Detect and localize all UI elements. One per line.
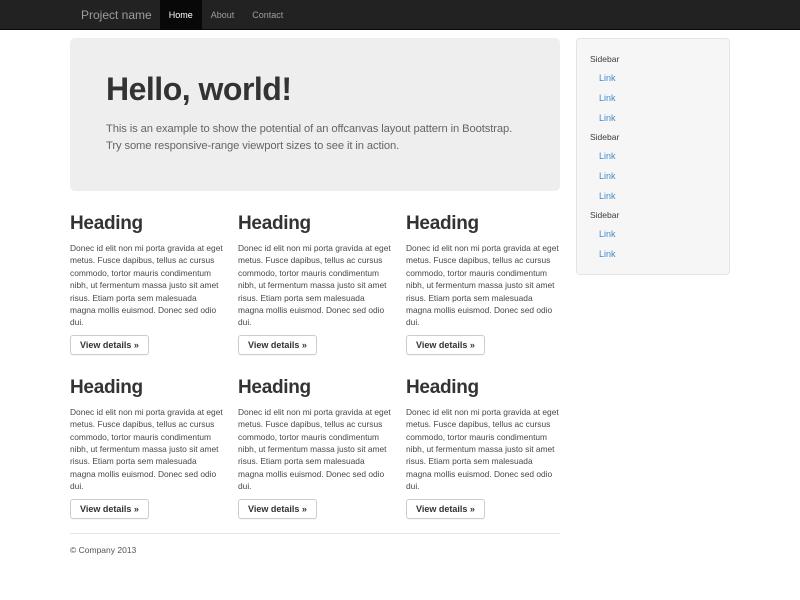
main-column: Hello, world! This is an example to show… xyxy=(70,38,560,575)
sidebar-link[interactable]: Link xyxy=(577,88,729,108)
sidebar-link[interactable]: Link xyxy=(577,166,729,186)
sidebar-group-header: Sidebar xyxy=(577,128,729,146)
card: Heading Donec id elit non mi porta gravi… xyxy=(406,213,560,355)
footer: © Company 2013 xyxy=(70,533,560,575)
card: Heading Donec id elit non mi porta gravi… xyxy=(406,377,560,519)
card-heading: Heading xyxy=(406,213,560,235)
card-heading: Heading xyxy=(70,377,224,399)
card-body-text: Donec id elit non mi porta gravida at eg… xyxy=(406,242,560,329)
sidebar-link[interactable]: Link xyxy=(577,186,729,206)
view-details-button[interactable]: View details » xyxy=(238,499,317,519)
sidebar-group-header: Sidebar xyxy=(577,50,729,68)
card: Heading Donec id elit non mi porta gravi… xyxy=(70,213,224,355)
sidebar-link[interactable]: Link xyxy=(577,108,729,128)
sidebar-group: Sidebar Link Link Link xyxy=(577,50,729,128)
jumbotron: Hello, world! This is an example to show… xyxy=(70,38,560,191)
sidebar-link[interactable]: Link xyxy=(577,244,729,264)
content-container: Hello, world! This is an example to show… xyxy=(70,0,730,575)
card-body-text: Donec id elit non mi porta gravida at eg… xyxy=(406,406,560,493)
card-row-2: Heading Donec id elit non mi porta gravi… xyxy=(70,377,560,519)
card-heading: Heading xyxy=(238,213,392,235)
view-details-button[interactable]: View details » xyxy=(70,335,149,355)
view-details-button[interactable]: View details » xyxy=(238,335,317,355)
view-details-button[interactable]: View details » xyxy=(406,335,485,355)
card-row-1: Heading Donec id elit non mi porta gravi… xyxy=(70,213,560,355)
card: Heading Donec id elit non mi porta gravi… xyxy=(238,377,392,519)
card: Heading Donec id elit non mi porta gravi… xyxy=(70,377,224,519)
card-body-text: Donec id elit non mi porta gravida at eg… xyxy=(70,406,224,493)
card-heading: Heading xyxy=(238,377,392,399)
view-details-button[interactable]: View details » xyxy=(70,499,149,519)
sidebar-link[interactable]: Link xyxy=(577,68,729,88)
card-body-text: Donec id elit non mi porta gravida at eg… xyxy=(238,242,392,329)
card: Heading Donec id elit non mi porta gravi… xyxy=(238,213,392,355)
sidebar-panel: Sidebar Link Link Link Sidebar Link Link… xyxy=(576,38,730,275)
view-details-button[interactable]: View details » xyxy=(406,499,485,519)
sidebar-group: Sidebar Link Link Link xyxy=(577,128,729,206)
card-heading: Heading xyxy=(406,377,560,399)
sidebar-group-header: Sidebar xyxy=(577,206,729,224)
card-body-text: Donec id elit non mi porta gravida at eg… xyxy=(70,242,224,329)
card-heading: Heading xyxy=(70,213,224,235)
sidebar-link[interactable]: Link xyxy=(577,146,729,166)
copyright-text: © Company 2013 xyxy=(70,545,560,555)
page: Project name Home About Contact Hello, w… xyxy=(0,0,800,600)
jumbotron-title: Hello, world! xyxy=(106,72,524,107)
jumbotron-subtitle: This is an example to show the potential… xyxy=(106,121,524,155)
card-body-text: Donec id elit non mi porta gravida at eg… xyxy=(238,406,392,493)
sidebar-link[interactable]: Link xyxy=(577,224,729,244)
sidebar-group: Sidebar Link Link xyxy=(577,206,729,264)
